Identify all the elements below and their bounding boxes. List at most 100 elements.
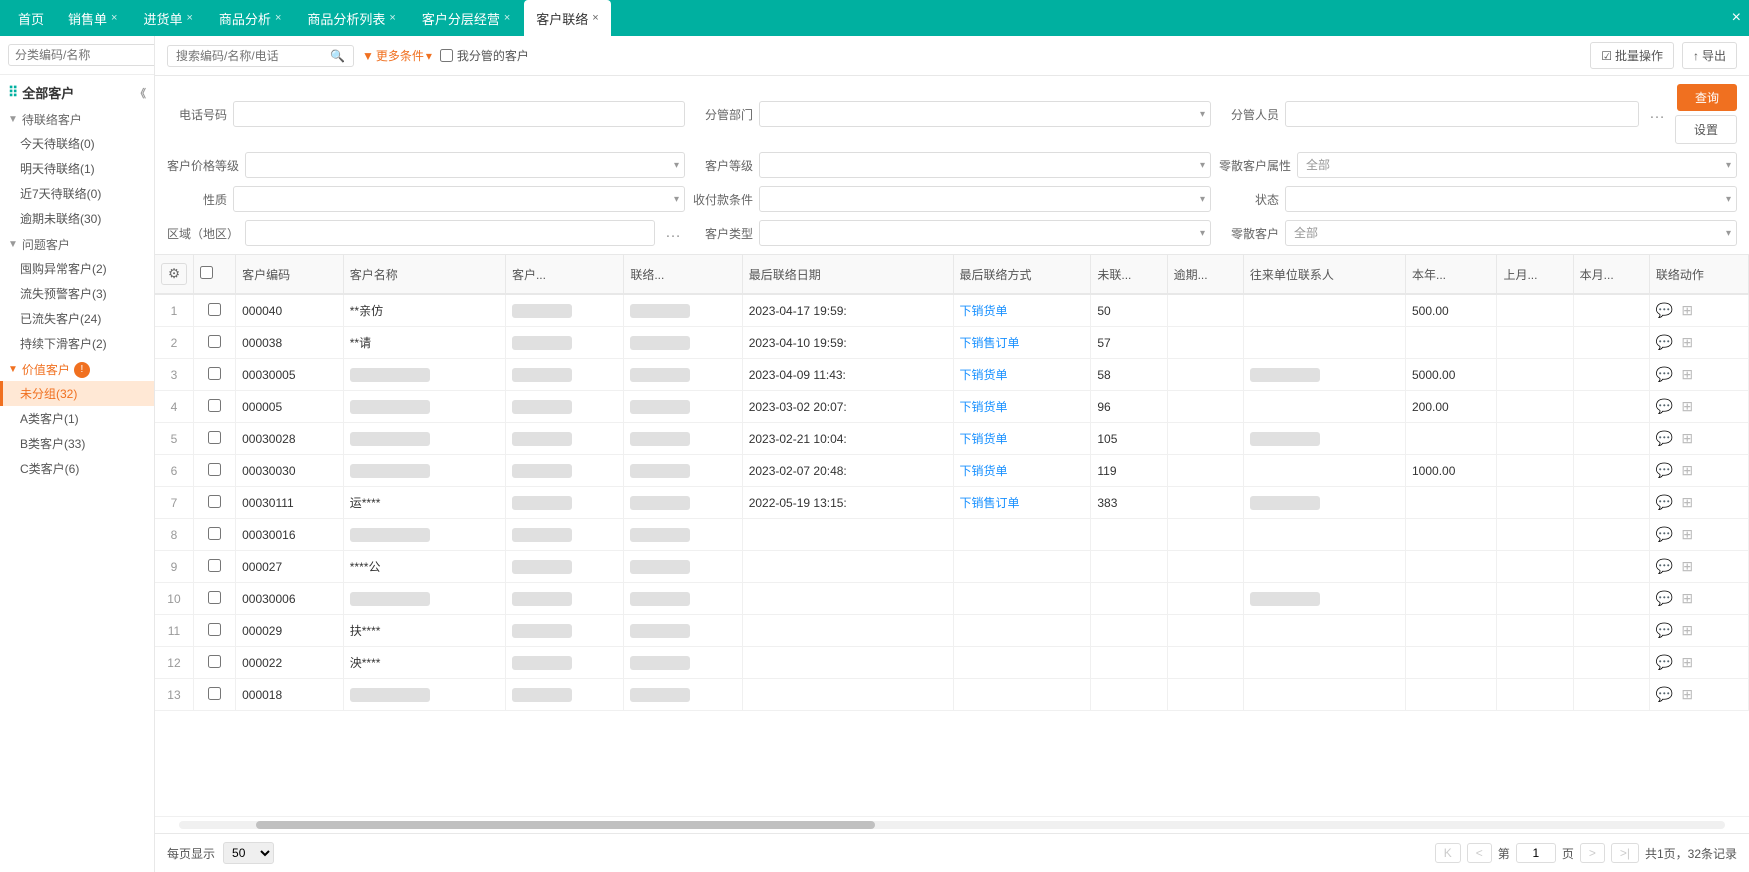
qr-action-icon[interactable]: ⊞: [1681, 686, 1693, 703]
message-action-icon[interactable]: 💬: [1656, 558, 1673, 575]
tab-sales[interactable]: 销售单 ×: [56, 0, 129, 36]
message-action-icon[interactable]: 💬: [1656, 590, 1673, 607]
row-checkbox[interactable]: [193, 519, 235, 551]
payment-select[interactable]: [759, 186, 1211, 212]
row-checkbox[interactable]: [193, 455, 235, 487]
row-checkbox[interactable]: [193, 359, 235, 391]
last-page-button[interactable]: >|: [1611, 843, 1639, 863]
close-icon[interactable]: ×: [504, 12, 510, 24]
customer-type-select[interactable]: [759, 220, 1211, 246]
export-button[interactable]: ↑ 导出: [1682, 42, 1737, 69]
page-size-select[interactable]: 50 100 200: [223, 842, 274, 864]
sidebar-item-overdue-pending[interactable]: 逾期未联络(30): [0, 206, 154, 231]
tab-customer-contact[interactable]: 客户联络 ×: [524, 0, 610, 36]
first-page-button[interactable]: K: [1435, 843, 1461, 863]
sidebar-item-class-a[interactable]: A类客户(1): [0, 406, 154, 431]
more-conditions-button[interactable]: ▼ 更多条件 ▾: [362, 47, 432, 64]
close-icon[interactable]: ×: [592, 12, 598, 24]
collapse-icon[interactable]: 《: [135, 85, 146, 101]
row-checkbox[interactable]: [193, 679, 235, 711]
gear-button[interactable]: ⚙: [161, 263, 187, 285]
search-input[interactable]: [176, 49, 326, 63]
qr-action-icon[interactable]: ⊞: [1681, 334, 1693, 351]
sidebar-item-class-b[interactable]: B类客户(33): [0, 431, 154, 456]
sidebar-group-value[interactable]: ▼ 价值客户 !: [0, 356, 154, 381]
sidebar-item-today-pending[interactable]: 今天待联络(0): [0, 131, 154, 156]
message-action-icon[interactable]: 💬: [1656, 654, 1673, 671]
phone-input[interactable]: [233, 101, 685, 127]
row-checkbox[interactable]: [193, 327, 235, 359]
retail-customer-select[interactable]: 全部: [1285, 220, 1737, 246]
row-checkbox[interactable]: [193, 647, 235, 679]
tab-customer-segmentation[interactable]: 客户分层经营 ×: [410, 0, 522, 36]
retail-attr-select[interactable]: 全部: [1297, 152, 1737, 178]
qr-action-icon[interactable]: ⊞: [1681, 654, 1693, 671]
all-customers-section[interactable]: ⠿ 全部客户 《: [0, 75, 154, 106]
row-checkbox[interactable]: [193, 583, 235, 615]
row-checkbox[interactable]: [193, 294, 235, 327]
page-number-input[interactable]: [1516, 843, 1556, 863]
reset-btn[interactable]: 设置: [1675, 115, 1737, 144]
area-more-btn[interactable]: …: [661, 224, 685, 242]
qr-action-icon[interactable]: ⊞: [1681, 526, 1693, 543]
message-action-icon[interactable]: 💬: [1656, 462, 1673, 479]
sidebar-item-7days-pending[interactable]: 近7天待联络(0): [0, 181, 154, 206]
category-search-input[interactable]: [8, 44, 155, 66]
window-close-icon[interactable]: ×: [1732, 9, 1741, 27]
dept-select[interactable]: [759, 101, 1211, 127]
row-checkbox[interactable]: [193, 615, 235, 647]
qr-action-icon[interactable]: ⊞: [1681, 494, 1693, 511]
tab-product-analysis[interactable]: 商品分析 ×: [207, 0, 293, 36]
sidebar-group-pending[interactable]: ▼ 待联络客户: [0, 106, 154, 131]
message-action-icon[interactable]: 💬: [1656, 686, 1673, 703]
close-icon[interactable]: ×: [389, 12, 395, 24]
close-icon[interactable]: ×: [186, 12, 192, 24]
qr-action-icon[interactable]: ⊞: [1681, 430, 1693, 447]
close-icon[interactable]: ×: [275, 12, 281, 24]
area-input[interactable]: [245, 220, 655, 246]
gender-select[interactable]: [233, 186, 685, 212]
sidebar-item-unclassified[interactable]: 未分组(32): [0, 381, 154, 406]
status-select[interactable]: [1285, 186, 1737, 212]
horizontal-scrollbar[interactable]: [155, 816, 1749, 833]
my-customers-checkbox[interactable]: 我分管的客户: [440, 47, 529, 64]
tab-purchase[interactable]: 进货单 ×: [131, 0, 204, 36]
prev-page-button[interactable]: <: [1467, 843, 1492, 863]
my-customers-check[interactable]: [440, 49, 453, 62]
qr-action-icon[interactable]: ⊞: [1681, 590, 1693, 607]
price-level-select[interactable]: [245, 152, 685, 178]
message-action-icon[interactable]: 💬: [1656, 622, 1673, 639]
qr-action-icon[interactable]: ⊞: [1681, 366, 1693, 383]
close-icon[interactable]: ×: [111, 12, 117, 24]
message-action-icon[interactable]: 💬: [1656, 302, 1673, 319]
sidebar-item-churn-warning[interactable]: 流失预警客户(3): [0, 281, 154, 306]
qr-action-icon[interactable]: ⊞: [1681, 302, 1693, 319]
tab-product-analysis-list[interactable]: 商品分析列表 ×: [295, 0, 407, 36]
sidebar-item-declining[interactable]: 持续下滑客户(2): [0, 331, 154, 356]
next-page-button[interactable]: >: [1580, 843, 1605, 863]
person-input[interactable]: [1285, 101, 1639, 127]
batch-ops-button[interactable]: ☑ 批量操作: [1590, 42, 1674, 69]
search-icon[interactable]: 🔍: [330, 49, 345, 63]
search-btn[interactable]: 查询: [1677, 84, 1737, 111]
row-checkbox[interactable]: [193, 391, 235, 423]
sidebar-item-tomorrow-pending[interactable]: 明天待联络(1): [0, 156, 154, 181]
sidebar-group-problem[interactable]: ▼ 问题客户: [0, 231, 154, 256]
home-tab[interactable]: 首页: [8, 9, 54, 28]
qr-action-icon[interactable]: ⊞: [1681, 462, 1693, 479]
qr-action-icon[interactable]: ⊞: [1681, 622, 1693, 639]
message-action-icon[interactable]: 💬: [1656, 334, 1673, 351]
row-checkbox[interactable]: [193, 551, 235, 583]
more-btn[interactable]: …: [1645, 105, 1669, 123]
message-action-icon[interactable]: 💬: [1656, 398, 1673, 415]
row-checkbox[interactable]: [193, 423, 235, 455]
select-all-checkbox[interactable]: [200, 266, 213, 279]
qr-action-icon[interactable]: ⊞: [1681, 398, 1693, 415]
qr-action-icon[interactable]: ⊞: [1681, 558, 1693, 575]
sidebar-item-churned[interactable]: 已流失客户(24): [0, 306, 154, 331]
message-action-icon[interactable]: 💬: [1656, 526, 1673, 543]
message-action-icon[interactable]: 💬: [1656, 366, 1673, 383]
customer-level-select[interactable]: [759, 152, 1211, 178]
sidebar-item-abnormal-purchase[interactable]: 囤购异常客户(2): [0, 256, 154, 281]
message-action-icon[interactable]: 💬: [1656, 430, 1673, 447]
